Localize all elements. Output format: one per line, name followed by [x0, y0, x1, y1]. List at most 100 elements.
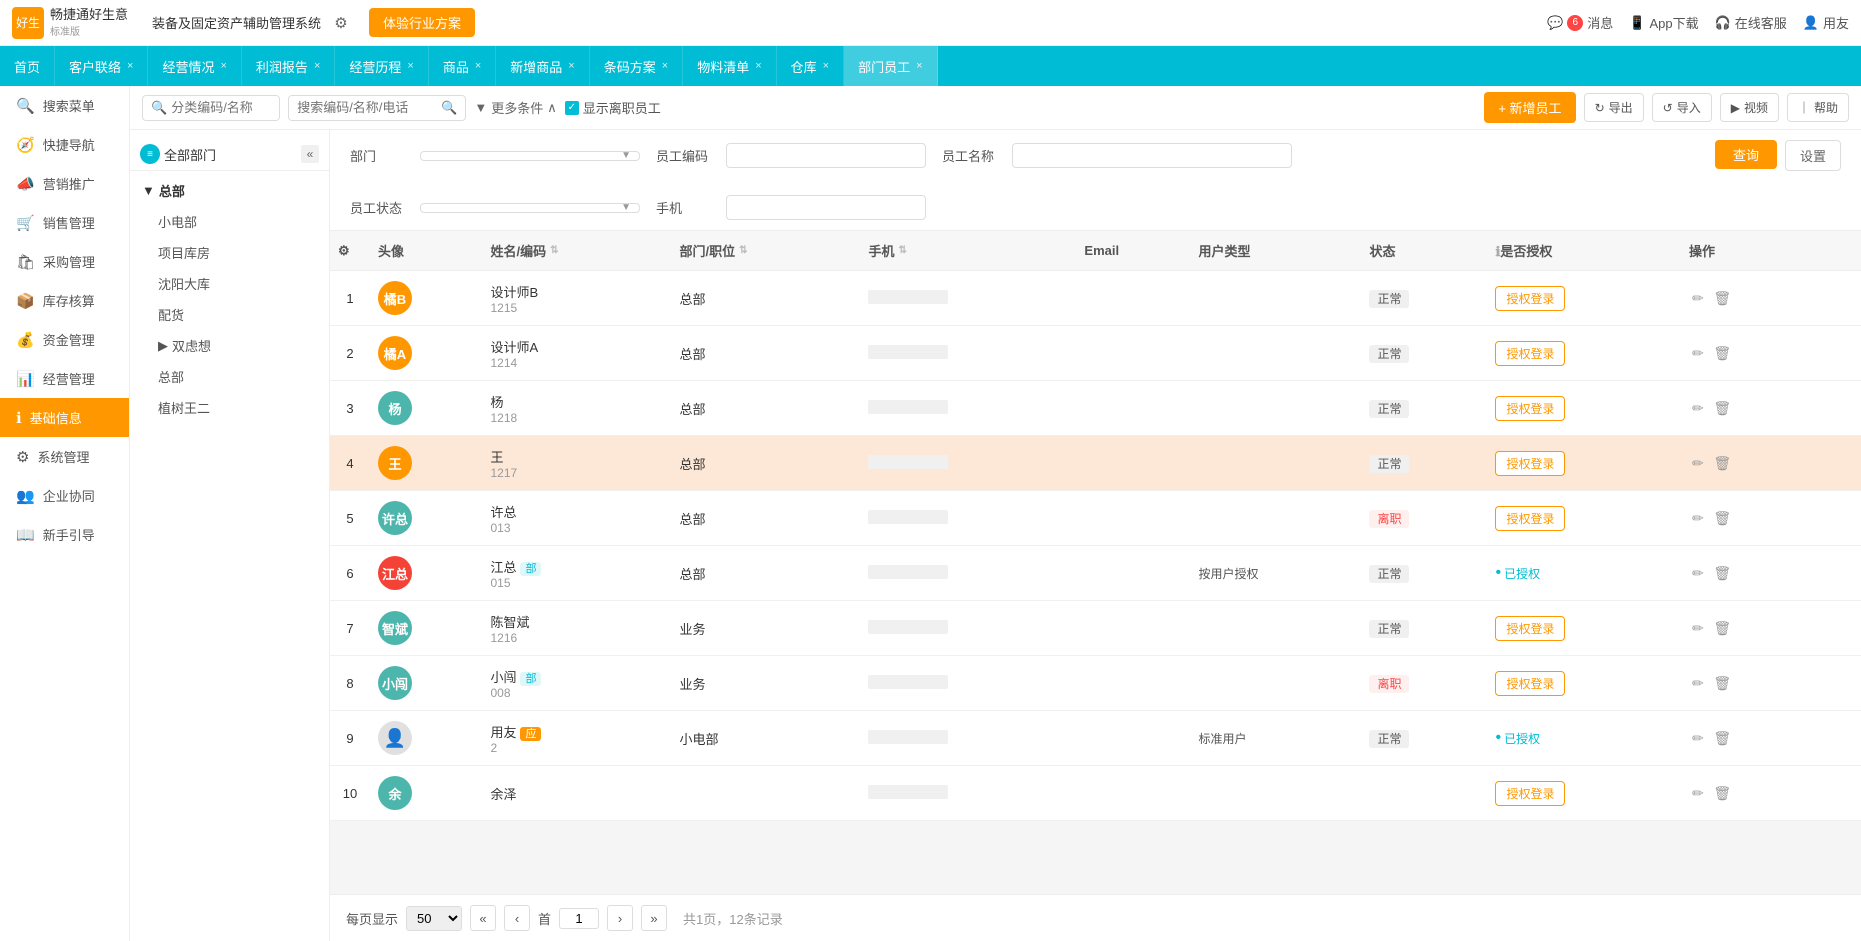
close-tab-warehouse[interactable]: × — [823, 60, 829, 72]
sidebar-item-inventory[interactable]: 📦 库存核算 — [0, 281, 129, 320]
auth-button[interactable]: 授权登录 — [1495, 396, 1565, 421]
tab-profit[interactable]: 利润报告× — [242, 46, 335, 86]
edit-button[interactable]: ✏ — [1689, 343, 1707, 364]
th-settings[interactable]: ⚙ — [330, 231, 370, 271]
delete-button[interactable]: 🗑 — [1710, 728, 1734, 749]
dept-item-project[interactable]: 项目库房 — [130, 237, 329, 268]
auth-button[interactable]: 授权登录 — [1495, 506, 1565, 531]
phone-filter-input[interactable] — [726, 195, 926, 220]
edit-button[interactable]: ✏ — [1689, 563, 1707, 584]
th-dept[interactable]: 部门/职位⇅ — [671, 231, 860, 271]
dept-collapse-btn[interactable]: « — [301, 145, 319, 163]
delete-button[interactable]: 🗑 — [1710, 453, 1734, 474]
sidebar-item-search[interactable]: 🔍 搜索菜单 — [0, 86, 129, 125]
settings-button[interactable]: ⚙ — [327, 9, 355, 37]
sidebar-item-nav[interactable]: 🧭 快捷导航 — [0, 125, 129, 164]
sidebar-item-sales[interactable]: 🛒 销售管理 — [0, 203, 129, 242]
tab-home[interactable]: 首页 — [0, 46, 55, 86]
edit-button[interactable]: ✏ — [1689, 508, 1707, 529]
close-tab-customer[interactable]: × — [127, 60, 133, 72]
app-download-item[interactable]: 📱 App下载 — [1629, 13, 1698, 32]
auth-button[interactable]: 授权登录 — [1495, 451, 1565, 476]
edit-button[interactable]: ✏ — [1689, 618, 1707, 639]
delete-button[interactable]: 🗑 — [1710, 673, 1734, 694]
sidebar-item-purchase[interactable]: 🛍 采购管理 — [0, 242, 129, 281]
edit-button[interactable]: ✏ — [1689, 453, 1707, 474]
name-filter-input[interactable] — [1012, 143, 1292, 168]
dept-item-xiaodian[interactable]: 小电部 — [130, 206, 329, 237]
close-tab-bom[interactable]: × — [755, 60, 761, 72]
first-page-btn[interactable]: « — [470, 905, 496, 931]
tab-bom[interactable]: 物料清单× — [683, 46, 776, 86]
delete-button[interactable]: 🗑 — [1710, 618, 1734, 639]
dept-item-zonbu2[interactable]: 总部 — [130, 361, 329, 392]
message-item[interactable]: 💬 6 消息 — [1547, 13, 1613, 32]
status-filter-select[interactable]: ▼ — [420, 203, 640, 213]
export-button[interactable]: ↻ 导出 — [1584, 93, 1644, 122]
more-filter-btn[interactable]: ▼ 更多条件 ∧ — [474, 98, 556, 117]
close-tab-employee[interactable]: × — [916, 60, 922, 72]
per-page-select[interactable]: 50 100 — [406, 906, 462, 931]
delete-button[interactable]: 🗑 — [1710, 343, 1734, 364]
help-button[interactable]: ｜ 帮助 — [1787, 93, 1849, 122]
delete-button[interactable]: 🗑 — [1710, 398, 1734, 419]
edit-button[interactable]: ✏ — [1689, 398, 1707, 419]
close-tab-journey[interactable]: × — [407, 60, 413, 72]
sidebar-item-guide[interactable]: 📖 新手引导 — [0, 515, 129, 554]
dept-filter-select[interactable]: ▼ — [420, 151, 640, 161]
close-tab-goods[interactable]: × — [475, 60, 481, 72]
user-item[interactable]: 👤 用友 — [1803, 13, 1849, 32]
edit-button[interactable]: ✏ — [1689, 288, 1707, 309]
sidebar-item-system[interactable]: ⚙ 系统管理 — [0, 437, 129, 476]
tab-operation[interactable]: 经营情况× — [148, 46, 241, 86]
page-input[interactable] — [559, 908, 599, 929]
trial-button[interactable]: 体验行业方案 — [369, 8, 475, 37]
tab-employee[interactable]: 部门员工× — [844, 46, 937, 86]
dept-search-wrap[interactable]: 🔍 — [142, 95, 280, 121]
dept-all-icon[interactable]: ≡ — [140, 144, 160, 164]
sidebar-item-basic[interactable]: ℹ 基础信息 — [0, 398, 129, 437]
dept-search-input[interactable] — [171, 100, 271, 115]
code-filter-input[interactable] — [726, 143, 926, 168]
view-button[interactable]: ▶ 视频 — [1720, 93, 1779, 122]
prev-page-btn[interactable]: ‹ — [504, 905, 530, 931]
auth-button[interactable]: 授权登录 — [1495, 616, 1565, 641]
main-search-input[interactable] — [297, 100, 437, 115]
tab-customer[interactable]: 客户联络× — [55, 46, 148, 86]
delete-button[interactable]: 🗑 — [1710, 783, 1734, 804]
main-search-wrap[interactable]: 🔍 — [288, 95, 466, 121]
sidebar-item-marketing[interactable]: 📣 营销推广 — [0, 164, 129, 203]
set-button[interactable]: 设置 — [1785, 140, 1841, 171]
th-phone[interactable]: 手机⇅ — [860, 231, 1076, 271]
sidebar-item-collab[interactable]: 👥 企业协同 — [0, 476, 129, 515]
tab-journey[interactable]: 经营历程× — [335, 46, 428, 86]
import-button[interactable]: ↺ 导入 — [1652, 93, 1712, 122]
auth-button[interactable]: 授权登录 — [1495, 286, 1565, 311]
tab-warehouse[interactable]: 仓库× — [777, 46, 844, 86]
edit-button[interactable]: ✏ — [1689, 728, 1707, 749]
next-page-btn[interactable]: › — [607, 905, 633, 931]
online-service-item[interactable]: 🎧 在线客服 — [1715, 13, 1787, 32]
tab-goods[interactable]: 商品× — [429, 46, 496, 86]
delete-button[interactable]: 🗑 — [1710, 508, 1734, 529]
close-tab-profit[interactable]: × — [314, 60, 320, 72]
show-resigned-checkbox[interactable]: ✓ — [565, 101, 579, 115]
add-employee-button[interactable]: + 新增员工 — [1484, 92, 1575, 123]
dept-item-shenyang[interactable]: 沈阳大库 — [130, 268, 329, 299]
auth-button[interactable]: 授权登录 — [1495, 671, 1565, 696]
delete-button[interactable]: 🗑 — [1710, 288, 1734, 309]
dept-item-zhishu[interactable]: 植树王二 — [130, 392, 329, 423]
close-tab-operation[interactable]: × — [220, 60, 226, 72]
tab-barcode[interactable]: 条码方案× — [590, 46, 683, 86]
edit-button[interactable]: ✏ — [1689, 783, 1707, 804]
sidebar-item-biz[interactable]: 📊 经营管理 — [0, 359, 129, 398]
sidebar-item-finance[interactable]: 💰 资金管理 — [0, 320, 129, 359]
show-resigned-wrap[interactable]: ✓ 显示离职员工 — [565, 98, 661, 117]
dept-all-label[interactable]: 全部部门 — [164, 145, 216, 164]
auth-button[interactable]: 授权登录 — [1495, 781, 1565, 806]
edit-button[interactable]: ✏ — [1689, 673, 1707, 694]
tab-add-goods[interactable]: 新增商品× — [496, 46, 589, 86]
th-name[interactable]: 姓名/编码⇅ — [482, 231, 671, 271]
last-page-btn[interactable]: » — [641, 905, 667, 931]
dept-item-peihuo[interactable]: 配货 — [130, 299, 329, 330]
